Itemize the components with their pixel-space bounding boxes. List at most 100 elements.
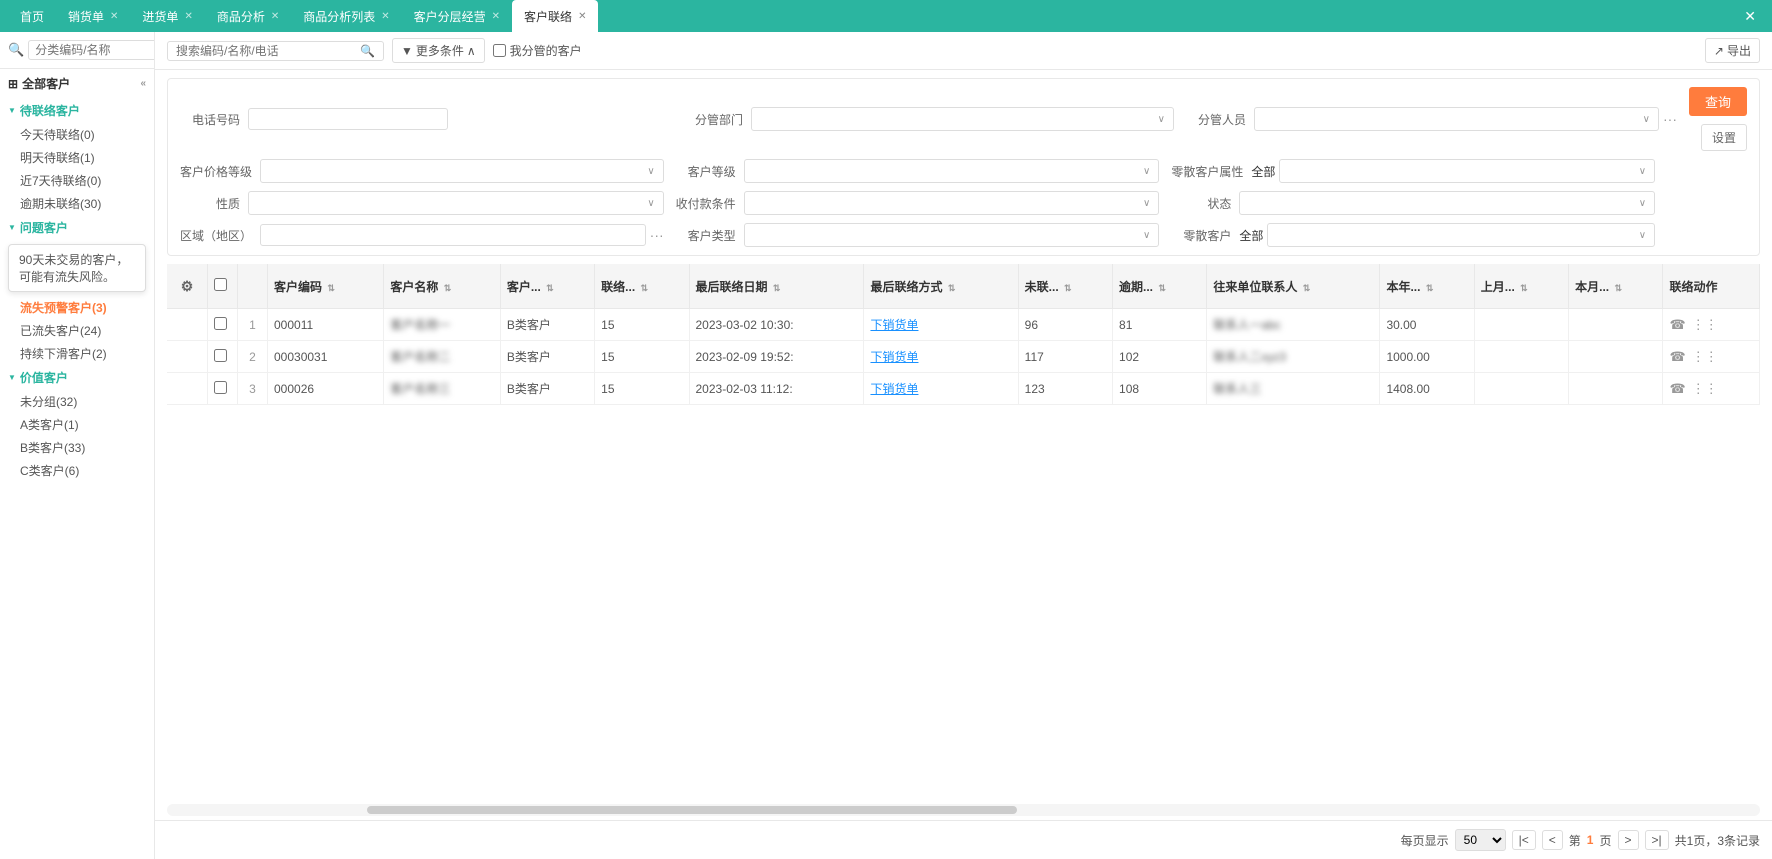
cell-last-contact-method-3[interactable]: 下销货单	[864, 373, 1018, 405]
filter-payment-select[interactable]: ∨	[744, 191, 1160, 215]
tab-purchase-order[interactable]: 进货单 ✕	[130, 0, 204, 32]
col-contact[interactable]: 联络... ⇅	[595, 264, 689, 309]
cell-last-month-3	[1474, 373, 1568, 405]
sidebar-search-icon: 🔍	[8, 42, 24, 58]
filter-person-more-dots[interactable]: ···	[1663, 111, 1677, 127]
tab-close-product-analysis[interactable]: ✕	[271, 11, 279, 22]
cell-check-1[interactable]	[208, 309, 238, 341]
table-settings-gear[interactable]: ⚙	[173, 272, 201, 300]
filter-region-more-dots[interactable]: ···	[650, 227, 664, 243]
scrollbar-thumb[interactable]	[367, 806, 1017, 814]
col-customer-type[interactable]: 客户... ⇅	[500, 264, 594, 309]
sidebar-item-7days-pending[interactable]: 近7天待联络(0)	[0, 169, 154, 192]
last-page-btn[interactable]: >|	[1645, 830, 1669, 850]
cell-check-3[interactable]	[208, 373, 238, 405]
toolbar-search-icon[interactable]: 🔍	[360, 44, 375, 58]
filter-dept-select[interactable]: ∨	[751, 107, 1174, 131]
sidebar-all-customers[interactable]: ⊞ 全部客户 «	[0, 69, 154, 98]
col-this-year[interactable]: 本年... ⇅	[1380, 264, 1474, 309]
tab-customer-contact[interactable]: 客户联络 ✕	[512, 0, 598, 32]
sort-icon-this-month: ⇅	[1615, 283, 1623, 293]
cell-this-year-3: 1408.00	[1380, 373, 1474, 405]
sidebar-item-class-c[interactable]: C类客户(6)	[0, 459, 154, 482]
per-page-select[interactable]: 50 100 200	[1455, 829, 1506, 851]
sidebar-item-churn-warning[interactable]: 流失预警客户(3)	[0, 296, 154, 319]
filter-person-select: ∨ ···	[1254, 107, 1677, 131]
filter-region-input[interactable]	[260, 224, 646, 246]
sidebar-item-declining[interactable]: 持续下滑客户(2)	[0, 342, 154, 365]
my-customers-checkbox-area[interactable]: 我分管的客户	[493, 42, 582, 59]
cell-last-contact-method-2[interactable]: 下销货单	[864, 341, 1018, 373]
action-icon-contact-3[interactable]: ☎	[1669, 381, 1685, 397]
filter-nature-select[interactable]: ∨	[248, 191, 664, 215]
filter-phone-input[interactable]	[248, 108, 448, 130]
filter-person-select-box[interactable]: ∨	[1254, 107, 1659, 131]
window-close-icon[interactable]: ✕	[1736, 8, 1764, 25]
sidebar-group-pending-contact[interactable]: ▼ 待联络客户	[0, 98, 154, 123]
sidebar-item-today-pending[interactable]: 今天待联络(0)	[0, 123, 154, 146]
next-page-btn[interactable]: >	[1618, 830, 1639, 850]
action-icon-contact-1[interactable]: ☎	[1669, 317, 1685, 333]
select-all-checkbox[interactable]	[214, 278, 227, 291]
cell-last-contact-method-1[interactable]: 下销货单	[864, 309, 1018, 341]
tab-close-sales-order[interactable]: ✕	[110, 11, 118, 22]
sidebar-item-class-a[interactable]: A类客户(1)	[0, 413, 154, 436]
sidebar-item-ungraded[interactable]: 未分组(32)	[0, 390, 154, 413]
tab-close-purchase-order[interactable]: ✕	[184, 11, 192, 22]
tab-product-analysis[interactable]: 商品分析 ✕	[205, 0, 291, 32]
action-icon-more-3[interactable]: ⋮⋮	[1692, 381, 1718, 397]
cell-gear-2	[167, 341, 208, 373]
col-customer-name[interactable]: 客户名称 ⇅	[384, 264, 500, 309]
action-icon-contact-2[interactable]: ☎	[1669, 349, 1685, 365]
filter-scattered-attr-select[interactable]: ∨	[1279, 159, 1655, 183]
prev-page-btn[interactable]: <	[1542, 830, 1563, 850]
tab-product-analysis-list[interactable]: 商品分析列表 ✕	[291, 0, 401, 32]
tab-close-customer-tiers[interactable]: ✕	[492, 11, 500, 22]
sidebar-group-problem-customers[interactable]: ▼ 问题客户	[0, 215, 154, 240]
col-gear[interactable]: ⚙	[167, 264, 208, 309]
cell-check-2[interactable]	[208, 341, 238, 373]
settings-btn[interactable]: 设置	[1701, 124, 1747, 151]
query-btn[interactable]: 查询	[1689, 87, 1747, 116]
horizontal-scrollbar[interactable]	[167, 804, 1760, 816]
col-checkbox[interactable]	[208, 264, 238, 309]
toolbar-search-input[interactable]	[176, 44, 356, 58]
filter-scattered-customer-select[interactable]: ∨	[1267, 223, 1655, 247]
col-customer-code[interactable]: 客户编码 ⇅	[268, 264, 384, 309]
col-overdue[interactable]: 逾期... ⇅	[1113, 264, 1207, 309]
tab-home[interactable]: 首页	[8, 0, 56, 32]
more-conditions-btn[interactable]: ▼ 更多条件 ∧	[392, 38, 485, 63]
sidebar-search-input[interactable]	[28, 40, 155, 60]
col-uncontacted[interactable]: 未联... ⇅	[1018, 264, 1112, 309]
row-checkbox-2[interactable]	[214, 349, 227, 362]
my-customers-checkbox[interactable]	[493, 44, 506, 57]
filter-customer-type-select[interactable]: ∨	[744, 223, 1160, 247]
sidebar-item-class-b[interactable]: B类客户(33)	[0, 436, 154, 459]
filter-price-level-select[interactable]: ∨	[260, 159, 664, 183]
tab-close-customer-contact[interactable]: ✕	[578, 11, 586, 22]
col-last-month[interactable]: 上月... ⇅	[1474, 264, 1568, 309]
col-this-month[interactable]: 本月... ⇅	[1569, 264, 1663, 309]
tab-close-product-analysis-list[interactable]: ✕	[381, 11, 389, 22]
tab-customer-tiers[interactable]: 客户分层经营 ✕	[402, 0, 512, 32]
col-unit-contact[interactable]: 往来单位联系人 ⇅	[1207, 264, 1380, 309]
filter-status-select[interactable]: ∨	[1239, 191, 1655, 215]
row-checkbox-3[interactable]	[214, 381, 227, 394]
action-icons-3: ☎ ⋮⋮	[1669, 381, 1753, 397]
sidebar-item-tomorrow-pending[interactable]: 明天待联络(1)	[0, 146, 154, 169]
sidebar-item-overdue-pending[interactable]: 逾期未联络(30)	[0, 192, 154, 215]
filter-customer-level-select[interactable]: ∨	[744, 159, 1160, 183]
cell-action-3: ☎ ⋮⋮	[1663, 373, 1760, 405]
export-btn[interactable]: ↗ 导出	[1705, 38, 1760, 63]
action-icons-1: ☎ ⋮⋮	[1669, 317, 1753, 333]
action-icon-more-2[interactable]: ⋮⋮	[1692, 349, 1718, 365]
action-icon-more-1[interactable]: ⋮⋮	[1692, 317, 1718, 333]
tab-sales-order[interactable]: 销货单 ✕	[56, 0, 130, 32]
col-last-contact-method[interactable]: 最后联络方式 ⇅	[864, 264, 1018, 309]
row-checkbox-1[interactable]	[214, 317, 227, 330]
col-last-contact-date[interactable]: 最后联络日期 ⇅	[689, 264, 864, 309]
sidebar-item-churned[interactable]: 已流失客户(24)	[0, 319, 154, 342]
sidebar-group-value-customers[interactable]: ▼ 价值客户	[0, 365, 154, 390]
first-page-btn[interactable]: |<	[1512, 830, 1536, 850]
sort-icon-type: ⇅	[546, 283, 554, 293]
